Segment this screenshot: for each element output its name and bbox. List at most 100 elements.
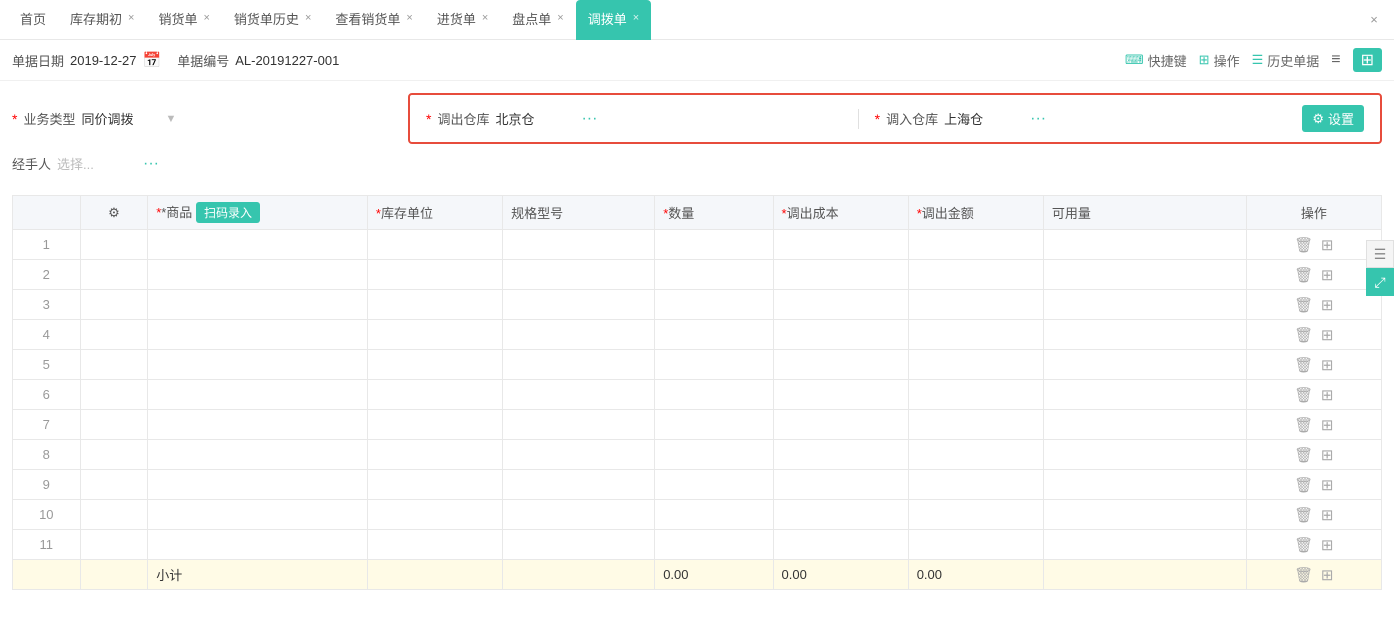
layout2-button[interactable]: ⊞ bbox=[1353, 48, 1382, 72]
row-qty[interactable] bbox=[655, 410, 773, 440]
row-unit[interactable] bbox=[367, 500, 502, 530]
row-spec[interactable] bbox=[503, 290, 655, 320]
copy-row-icon[interactable]: ⊞ bbox=[1321, 507, 1334, 524]
tab-home[interactable]: 首页 bbox=[8, 0, 58, 40]
delete-icon[interactable]: 🗑 bbox=[1294, 477, 1313, 494]
row-unit[interactable] bbox=[367, 260, 502, 290]
copy-row-icon[interactable]: ⊞ bbox=[1321, 477, 1334, 494]
row-unit[interactable] bbox=[367, 320, 502, 350]
copy-row-icon[interactable]: ⊞ bbox=[1321, 447, 1334, 464]
out-warehouse-more-icon[interactable]: ··· bbox=[581, 110, 597, 128]
row-amount[interactable] bbox=[908, 350, 1043, 380]
row-qty[interactable] bbox=[655, 230, 773, 260]
close-icon[interactable]: × bbox=[482, 13, 488, 24]
tab-inventory-init[interactable]: 库存期初 × bbox=[58, 0, 146, 40]
tab-view-sales[interactable]: 查看销货单 × bbox=[323, 0, 424, 40]
sidebar-list-icon[interactable]: ☰ bbox=[1366, 240, 1394, 268]
row-cost[interactable] bbox=[773, 260, 908, 290]
delete-icon[interactable]: 🗑 bbox=[1294, 357, 1313, 374]
copy-row-icon[interactable]: ⊞ bbox=[1321, 327, 1334, 344]
copy-row-icon[interactable]: ⊞ bbox=[1321, 387, 1334, 404]
row-cost[interactable] bbox=[773, 290, 908, 320]
row-cost[interactable] bbox=[773, 530, 908, 560]
copy-row-icon[interactable]: ⊞ bbox=[1321, 417, 1334, 434]
row-goods[interactable] bbox=[148, 290, 368, 320]
row-goods[interactable] bbox=[148, 530, 368, 560]
row-goods[interactable] bbox=[148, 320, 368, 350]
shortcut-button[interactable]: ⌨ 快捷键 bbox=[1125, 51, 1187, 70]
close-icon[interactable]: × bbox=[557, 13, 563, 24]
row-goods[interactable] bbox=[148, 350, 368, 380]
delete-icon[interactable]: 🗑 bbox=[1294, 507, 1313, 524]
in-warehouse-more-icon[interactable]: ··· bbox=[1030, 110, 1046, 128]
row-amount[interactable] bbox=[908, 290, 1043, 320]
row-goods[interactable] bbox=[148, 470, 368, 500]
row-spec[interactable] bbox=[503, 260, 655, 290]
row-avail[interactable] bbox=[1043, 260, 1246, 290]
copy-row-icon[interactable]: ⊞ bbox=[1321, 267, 1334, 284]
row-unit[interactable] bbox=[367, 290, 502, 320]
row-amount[interactable] bbox=[908, 470, 1043, 500]
copy-row-icon[interactable]: ⊞ bbox=[1321, 237, 1334, 254]
col-gear-header[interactable]: ⚙ bbox=[80, 196, 148, 230]
row-avail[interactable] bbox=[1043, 230, 1246, 260]
row-goods[interactable] bbox=[148, 500, 368, 530]
delete-icon[interactable]: 🗑 bbox=[1294, 267, 1313, 284]
history-button[interactable]: ☰ 历史单据 bbox=[1252, 51, 1320, 70]
subtotal-copy-icon[interactable]: ⊞ bbox=[1321, 567, 1334, 584]
row-spec[interactable] bbox=[503, 410, 655, 440]
row-avail[interactable] bbox=[1043, 320, 1246, 350]
row-cost[interactable] bbox=[773, 380, 908, 410]
tab-transfer[interactable]: 调拨单 × bbox=[576, 0, 651, 40]
subtotal-delete-icon[interactable]: 🗑 bbox=[1294, 567, 1313, 584]
row-amount[interactable] bbox=[908, 410, 1043, 440]
row-spec[interactable] bbox=[503, 350, 655, 380]
close-icon[interactable]: × bbox=[203, 13, 209, 24]
delete-icon[interactable]: 🗑 bbox=[1294, 237, 1313, 254]
row-spec[interactable] bbox=[503, 230, 655, 260]
row-avail[interactable] bbox=[1043, 290, 1246, 320]
row-qty[interactable] bbox=[655, 290, 773, 320]
layout1-button[interactable]: ≡ bbox=[1331, 51, 1340, 69]
row-cost[interactable] bbox=[773, 320, 908, 350]
row-amount[interactable] bbox=[908, 320, 1043, 350]
row-unit[interactable] bbox=[367, 380, 502, 410]
delete-icon[interactable]: 🗑 bbox=[1294, 537, 1313, 554]
row-amount[interactable] bbox=[908, 230, 1043, 260]
tab-inventory[interactable]: 盘点单 × bbox=[500, 0, 575, 40]
row-goods[interactable] bbox=[148, 410, 368, 440]
calendar-icon[interactable]: 📅 bbox=[143, 51, 162, 69]
row-qty[interactable] bbox=[655, 500, 773, 530]
row-cost[interactable] bbox=[773, 470, 908, 500]
row-cost[interactable] bbox=[773, 350, 908, 380]
delete-icon[interactable]: 🗑 bbox=[1294, 417, 1313, 434]
row-avail[interactable] bbox=[1043, 410, 1246, 440]
row-qty[interactable] bbox=[655, 350, 773, 380]
row-goods[interactable] bbox=[148, 260, 368, 290]
row-avail[interactable] bbox=[1043, 380, 1246, 410]
row-amount[interactable] bbox=[908, 530, 1043, 560]
tab-sales-order[interactable]: 销货单 × bbox=[146, 0, 221, 40]
row-spec[interactable] bbox=[503, 440, 655, 470]
row-spec[interactable] bbox=[503, 470, 655, 500]
row-avail[interactable] bbox=[1043, 530, 1246, 560]
close-icon[interactable]: × bbox=[305, 13, 311, 24]
tab-sales-history[interactable]: 销货单历史 × bbox=[222, 0, 323, 40]
business-type-select[interactable]: 同价调拨 ▼ bbox=[81, 109, 176, 128]
row-avail[interactable] bbox=[1043, 470, 1246, 500]
row-spec[interactable] bbox=[503, 380, 655, 410]
tab-purchase[interactable]: 进货单 × bbox=[425, 0, 500, 40]
sidebar-expand-icon[interactable]: ⤢ bbox=[1366, 268, 1394, 296]
row-avail[interactable] bbox=[1043, 350, 1246, 380]
window-close-button[interactable]: × bbox=[1364, 10, 1384, 30]
close-icon[interactable]: × bbox=[128, 13, 134, 24]
operations-button[interactable]: ⊞ 操作 bbox=[1199, 51, 1240, 70]
row-avail[interactable] bbox=[1043, 500, 1246, 530]
row-qty[interactable] bbox=[655, 380, 773, 410]
person-more-icon[interactable]: ··· bbox=[143, 155, 159, 173]
row-amount[interactable] bbox=[908, 380, 1043, 410]
scan-button[interactable]: 扫码录入 bbox=[196, 202, 260, 223]
delete-icon[interactable]: 🗑 bbox=[1294, 447, 1313, 464]
settings-button[interactable]: ⚙ 设置 bbox=[1302, 105, 1364, 132]
row-cost[interactable] bbox=[773, 410, 908, 440]
